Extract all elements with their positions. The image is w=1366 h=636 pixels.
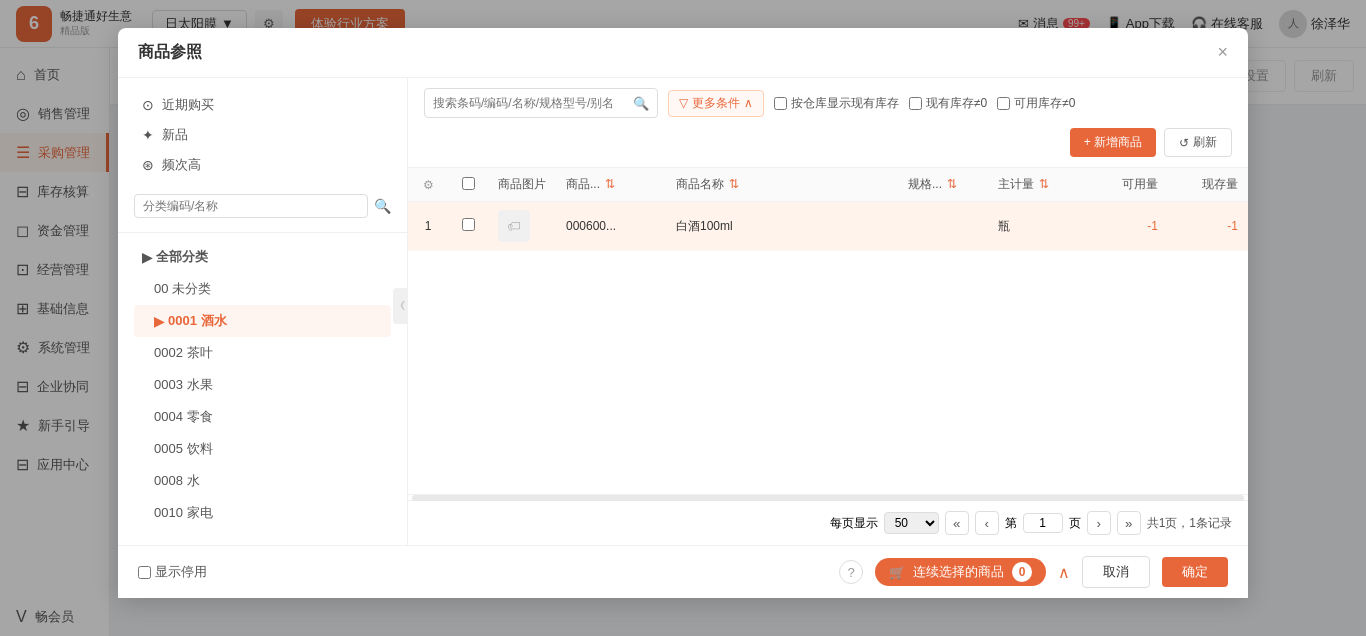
category-0010[interactable]: 0010 家电 [134,497,391,529]
row-name: 白酒100ml [666,202,898,251]
expand-icon: ▶ [142,250,152,265]
table-row[interactable]: 1 🏷 000600... [408,202,1248,251]
col-header-code[interactable]: 商品... ⇅ [556,168,666,202]
select-all-checkbox[interactable] [462,177,475,190]
checkbox-avail-nonzero[interactable]: 可用库存≠0 [997,95,1075,112]
quick-link-new[interactable]: ✦ 新品 [134,120,391,150]
modal-header: 商品参照 × [118,28,1248,78]
toolbar-right: + 新增商品 ↺ 刷新 [1070,128,1232,157]
sort-code-icon: ⇅ [605,177,615,191]
footer-right: ? 🛒 连续选择的商品 0 ∧ 取消 确定 [839,556,1228,588]
row-stock: -1 [1168,202,1248,251]
per-page-label: 每页显示 [830,515,878,532]
col-header-stock: 现存量 [1168,168,1248,202]
filter-icon: ▽ [679,96,688,110]
pagination: 每页显示 50 10 20 100 « ‹ 第 页 › » 共1页，1条记录 [408,500,1248,545]
table-settings-icon[interactable]: ⚙ [423,178,434,192]
product-table-container: ⚙ 商品图片 商品... ⇅ [408,168,1248,494]
collapse-up-icon[interactable]: ∧ [1058,563,1070,582]
row-num: 1 [408,202,448,251]
add-product-button[interactable]: + 新增商品 [1070,128,1156,157]
sort-spec-icon: ⇅ [947,177,957,191]
category-0003[interactable]: 0003 水果 [134,369,391,401]
page-suffix: 页 [1069,515,1081,532]
row-avail: -1 [1068,202,1168,251]
footer-left: 显示停用 [138,563,207,581]
prev-page-button[interactable]: ‹ [975,511,999,535]
page-input[interactable] [1023,513,1063,533]
col-header-settings[interactable]: ⚙ [408,168,448,202]
refresh-icon: ↺ [1179,136,1189,150]
last-page-button[interactable]: » [1117,511,1141,535]
modal-title: 商品参照 [138,42,202,63]
cart-count-badge: 0 [1012,562,1032,582]
col-header-avail: 可用量 [1068,168,1168,202]
collapse-panel-button[interactable]: 《 [393,288,407,324]
category-search-input[interactable] [134,194,368,218]
product-list-panel: 🔍 ▽ 更多条件 ∧ 按仓库显示现有库存 现有库存≠0 [408,78,1248,545]
new-icon: ✦ [142,127,154,143]
row-spec [898,202,988,251]
per-page-select[interactable]: 50 10 20 100 [884,512,939,534]
product-search-icon[interactable]: 🔍 [625,96,657,111]
sort-name-icon: ⇅ [729,177,739,191]
col-header-checkbox[interactable] [448,168,488,202]
close-icon[interactable]: × [1217,42,1228,63]
product-thumbnail: 🏷 [498,210,530,242]
category-0002[interactable]: 0002 茶叶 [134,337,391,369]
product-search-input[interactable] [425,96,625,110]
category-all[interactable]: ▶ 全部分类 [134,241,391,273]
show-disabled-checkbox[interactable]: 显示停用 [138,563,207,581]
cart-icon: 🛒 [889,565,905,580]
next-page-button[interactable]: › [1087,511,1111,535]
product-toolbar: 🔍 ▽ 更多条件 ∧ 按仓库显示现有库存 现有库存≠0 [408,78,1248,168]
row-unit: 瓶 [988,202,1068,251]
col-header-unit[interactable]: 主计量 ⇅ [988,168,1068,202]
category-00[interactable]: 00 未分类 [134,273,391,305]
category-0001[interactable]: ▶ 0001 酒水 [134,305,391,337]
more-filter-button[interactable]: ▽ 更多条件 ∧ [668,90,764,117]
confirm-button[interactable]: 确定 [1162,557,1228,587]
sort-unit-icon: ⇅ [1039,177,1049,191]
row-code: 000600... [556,202,666,251]
expand-icon-0001: ▶ [154,314,164,329]
category-panel: ⊙ 近期购买 ✦ 新品 ⊛ 频次高 《 [118,78,408,545]
category-list: ▶ 全部分类 00 未分类 ▶ 0001 酒水 0002 茶叶 0003 水果 [118,237,407,533]
quick-links: ⊙ 近期购买 ✦ 新品 ⊛ 频次高 [118,90,407,188]
product-modal: 商品参照 × ⊙ 近期购买 ✦ 新品 ⊛ [118,28,1248,598]
page-label: 第 [1005,515,1017,532]
cancel-button[interactable]: 取消 [1082,556,1150,588]
col-header-img: 商品图片 [488,168,556,202]
row-img: 🏷 [488,202,556,251]
category-search-button[interactable]: 🔍 [374,198,391,214]
cart-area[interactable]: 🛒 连续选择的商品 0 [875,558,1046,586]
category-search-row: 🔍 [118,188,407,228]
col-header-spec[interactable]: 规格... ⇅ [898,168,988,202]
category-0008[interactable]: 0008 水 [134,465,391,497]
first-page-button[interactable]: « [945,511,969,535]
recent-icon: ⊙ [142,97,154,113]
refresh-product-button[interactable]: ↺ 刷新 [1164,128,1232,157]
modal-footer: 显示停用 ? 🛒 连续选择的商品 0 ∧ 取消 确定 [118,545,1248,598]
product-search-bar: 🔍 [424,88,658,118]
total-info: 共1页，1条记录 [1147,515,1232,532]
quick-link-frequent[interactable]: ⊛ 频次高 [134,150,391,180]
quick-link-recent[interactable]: ⊙ 近期购买 [134,90,391,120]
frequent-icon: ⊛ [142,157,154,173]
checkbox-stock-nonzero[interactable]: 现有库存≠0 [909,95,987,112]
category-0005[interactable]: 0005 饮料 [134,433,391,465]
col-header-name[interactable]: 商品名称 ⇅ [666,168,898,202]
checkbox-by-warehouse[interactable]: 按仓库显示现有库存 [774,95,899,112]
row-checkbox[interactable] [448,202,488,251]
product-table: ⚙ 商品图片 商品... ⇅ [408,168,1248,251]
help-icon[interactable]: ? [839,560,863,584]
category-0004[interactable]: 0004 零食 [134,401,391,433]
